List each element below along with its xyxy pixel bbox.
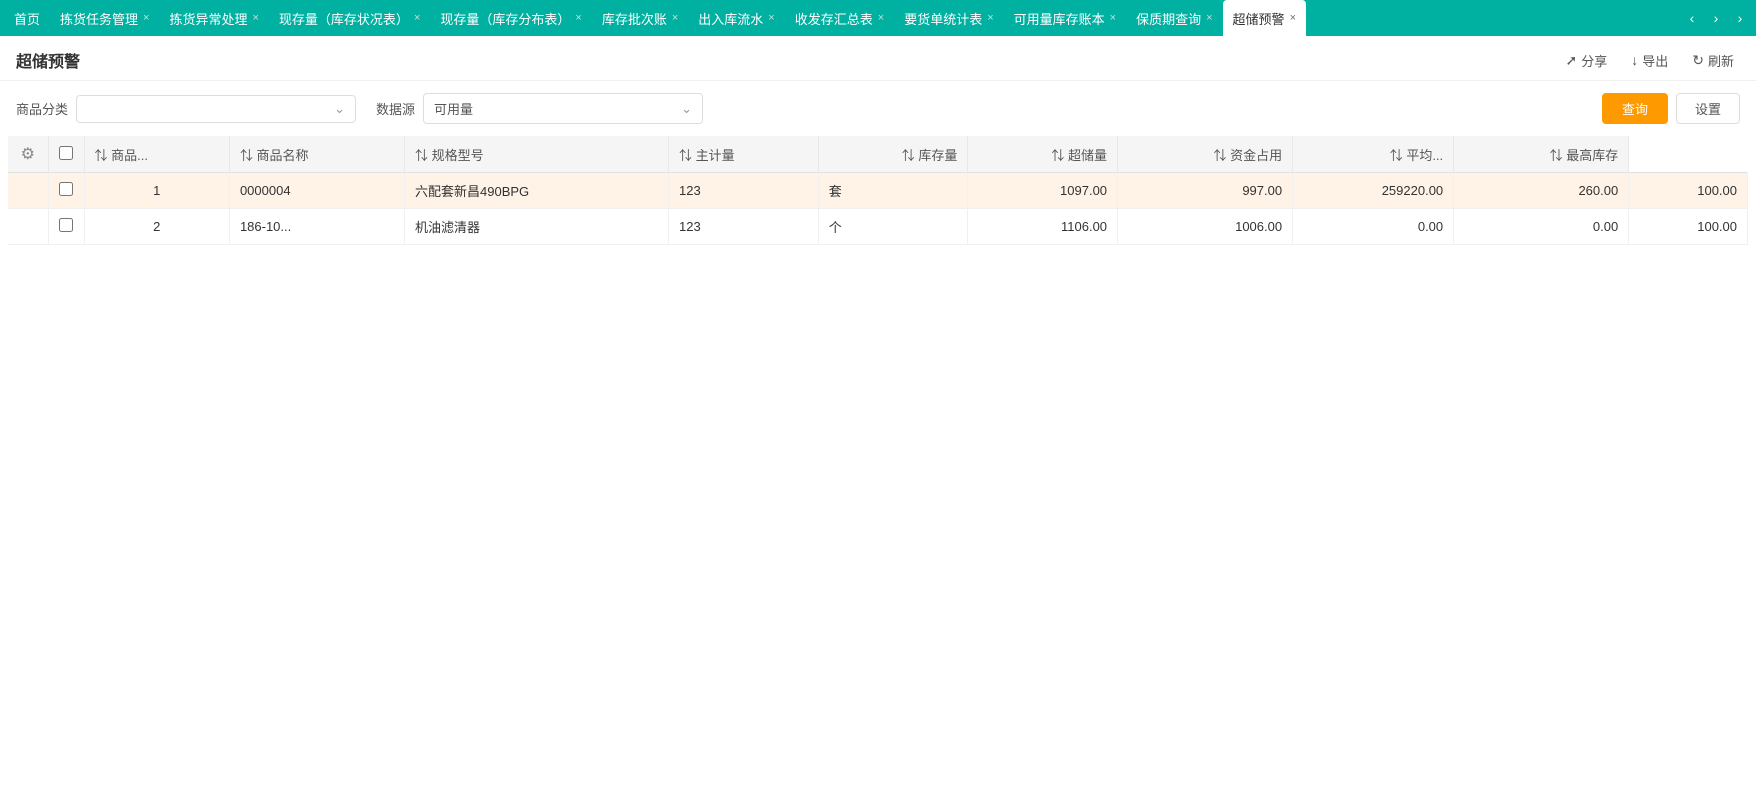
nav-more-arrow[interactable]: ›: [1728, 0, 1752, 36]
row-stock: 1106.00: [968, 209, 1118, 245]
nav-prev-arrow[interactable]: ‹: [1680, 0, 1704, 36]
nav-tab-4[interactable]: 现存量（库存分布表）×: [430, 0, 591, 36]
nav-next-arrow[interactable]: ›: [1704, 0, 1728, 36]
nav-tab-3[interactable]: 现存量（库存状况表）×: [269, 0, 430, 36]
row-avg: 0.00: [1454, 209, 1629, 245]
row-gear-cell: [8, 209, 48, 245]
nav-tab-9[interactable]: 可用量库存账本×: [1004, 0, 1126, 36]
th-product-code[interactable]: ⇅ 商品...: [84, 136, 229, 173]
nav-tab-close-8[interactable]: ×: [987, 12, 993, 24]
export-icon: ↓: [1631, 52, 1638, 68]
row-over-stock: 1006.00: [1118, 209, 1293, 245]
nav-tab-8[interactable]: 要货单统计表×: [894, 0, 1003, 36]
goods-category-label: 商品分类: [16, 99, 68, 118]
page-header: 超储预警 ➚ 分享 ↓ 导出 ↻ 刷新: [0, 36, 1756, 81]
row-checkbox-cell[interactable]: [48, 209, 84, 245]
row-stock: 1097.00: [968, 173, 1118, 209]
row-product-name: 六配套新昌490BPG: [405, 173, 669, 209]
nav-tab-close-7[interactable]: ×: [878, 12, 884, 24]
row-unit: 个: [818, 209, 968, 245]
row-max-stock: 100.00: [1629, 209, 1748, 245]
th-checkbox[interactable]: [48, 136, 84, 173]
table-row: 1 0000004 六配套新昌490BPG 123 套 1097.00 997.…: [8, 173, 1748, 209]
nav-tab-close-6[interactable]: ×: [768, 12, 774, 24]
data-source-value: 可用量: [434, 99, 473, 118]
th-avg[interactable]: ⇅ 平均...: [1293, 136, 1454, 173]
nav-tab-0[interactable]: 首页: [4, 0, 50, 36]
refresh-icon: ↻: [1692, 52, 1704, 69]
row-checkbox-1[interactable]: [59, 218, 73, 232]
data-source-arrow-icon: ⌄: [681, 101, 692, 117]
nav-tab-1[interactable]: 拣货任务管理×: [50, 0, 159, 36]
share-button[interactable]: ➚ 分享: [1559, 49, 1613, 72]
nav-tab-11[interactable]: 超储预警×: [1223, 0, 1306, 36]
nav-tab-close-4[interactable]: ×: [575, 12, 581, 24]
th-product-name[interactable]: ⇅ 商品名称: [229, 136, 404, 173]
row-capital: 259220.00: [1293, 173, 1454, 209]
row-index-num: 1: [84, 173, 229, 209]
export-button[interactable]: ↓ 导出: [1625, 49, 1674, 72]
th-stock[interactable]: ⇅ 库存量: [818, 136, 968, 173]
nav-tab-close-11[interactable]: ×: [1290, 12, 1296, 24]
nav-tab-10[interactable]: 保质期查询×: [1126, 0, 1222, 36]
nav-tab-close-1[interactable]: ×: [143, 12, 149, 24]
row-unit: 套: [818, 173, 968, 209]
top-nav: 首页拣货任务管理×拣货异常处理×现存量（库存状况表）×现存量（库存分布表）×库存…: [0, 0, 1756, 36]
th-over-stock[interactable]: ⇅ 超储量: [968, 136, 1118, 173]
nav-tab-7[interactable]: 收发存汇总表×: [785, 0, 894, 36]
gear-icon[interactable]: ⚙: [21, 146, 35, 163]
th-gear[interactable]: ⚙: [8, 136, 48, 173]
th-spec[interactable]: ⇅ 规格型号: [405, 136, 669, 173]
nav-tab-5[interactable]: 库存批次账×: [592, 0, 688, 36]
row-capital: 0.00: [1293, 209, 1454, 245]
refresh-button[interactable]: ↻ 刷新: [1686, 49, 1740, 72]
nav-tab-close-5[interactable]: ×: [672, 12, 678, 24]
row-checkbox-0[interactable]: [59, 182, 73, 196]
page-content: 超储预警 ➚ 分享 ↓ 导出 ↻ 刷新 商品分类 ⌄ 数据源: [0, 36, 1756, 800]
row-gear-cell: [8, 173, 48, 209]
nav-tab-close-9[interactable]: ×: [1110, 12, 1116, 24]
row-index-num: 2: [84, 209, 229, 245]
row-product-name: 机油滤清器: [405, 209, 669, 245]
row-spec: 123: [669, 209, 819, 245]
nav-tab-close-2[interactable]: ×: [252, 12, 258, 24]
th-max-stock[interactable]: ⇅ 最高库存: [1454, 136, 1629, 173]
table-header-row: ⚙ ⇅ 商品... ⇅ 商品名称 ⇅ 规格型号 ⇅ 主计量: [8, 136, 1748, 173]
nav-tab-close-10[interactable]: ×: [1206, 12, 1212, 24]
row-checkbox-cell[interactable]: [48, 173, 84, 209]
query-button[interactable]: 查询: [1602, 93, 1668, 124]
table-wrap: ⚙ ⇅ 商品... ⇅ 商品名称 ⇅ 规格型号 ⇅ 主计量: [0, 136, 1756, 245]
th-unit[interactable]: ⇅ 主计量: [669, 136, 819, 173]
row-product-code: 186-10...: [229, 209, 404, 245]
share-icon: ➚: [1565, 52, 1577, 69]
select-all-checkbox[interactable]: [59, 146, 73, 160]
row-product-code: 0000004: [229, 173, 404, 209]
row-spec: 123: [669, 173, 819, 209]
filter-action-buttons: 查询 设置: [1602, 93, 1740, 124]
nav-tab-2[interactable]: 拣货异常处理×: [159, 0, 268, 36]
th-capital[interactable]: ⇅ 资金占用: [1118, 136, 1293, 173]
data-source-label: 数据源: [376, 99, 415, 118]
row-avg: 260.00: [1454, 173, 1629, 209]
table-row: 2 186-10... 机油滤清器 123 个 1106.00 1006.00 …: [8, 209, 1748, 245]
nav-tab-close-3[interactable]: ×: [414, 12, 420, 24]
data-source-select[interactable]: 可用量 ⌄: [423, 93, 703, 124]
header-actions: ➚ 分享 ↓ 导出 ↻ 刷新: [1559, 49, 1740, 72]
data-source-filter: 数据源 可用量 ⌄: [376, 93, 703, 124]
nav-tab-6[interactable]: 出入库流水×: [688, 0, 784, 36]
goods-category-select[interactable]: ⌄: [76, 95, 356, 123]
setting-button[interactable]: 设置: [1676, 93, 1740, 124]
goods-category-filter: 商品分类 ⌄: [16, 95, 356, 123]
filter-bar: 商品分类 ⌄ 数据源 可用量 ⌄ 查询 设置: [0, 81, 1756, 136]
data-table: ⚙ ⇅ 商品... ⇅ 商品名称 ⇅ 规格型号 ⇅ 主计量: [8, 136, 1748, 245]
goods-category-arrow-icon: ⌄: [334, 101, 345, 117]
row-over-stock: 997.00: [1118, 173, 1293, 209]
row-max-stock: 100.00: [1629, 173, 1748, 209]
page-title: 超储预警: [16, 48, 80, 72]
